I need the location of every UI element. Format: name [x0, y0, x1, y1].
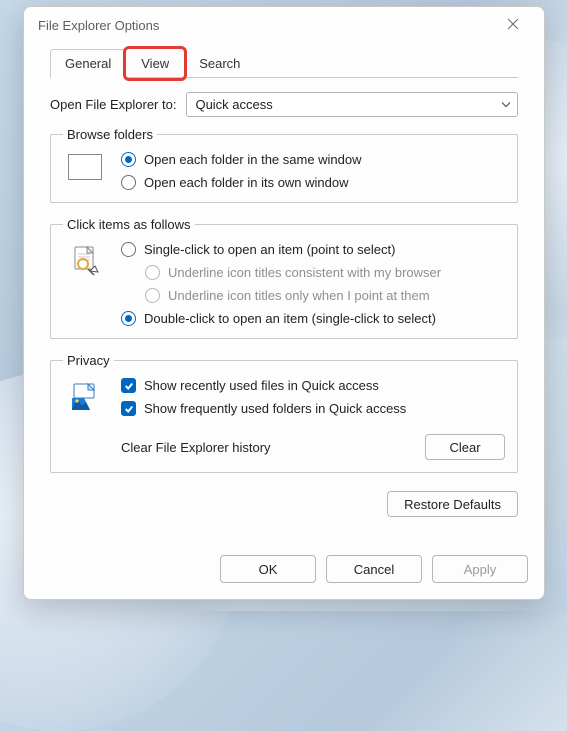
- radio-icon: [121, 175, 136, 190]
- check-recent-files[interactable]: Show recently used files in Quick access: [121, 378, 505, 393]
- clear-button[interactable]: Clear: [425, 434, 505, 460]
- dialog-footer: OK Cancel Apply: [24, 537, 544, 599]
- radio-label: Open each folder in its own window: [144, 175, 349, 190]
- radio-icon: [145, 288, 160, 303]
- radio-icon: [121, 311, 136, 326]
- click-legend: Click items as follows: [63, 217, 195, 232]
- radio-underline-browser: Underline icon titles consistent with my…: [145, 265, 505, 280]
- privacy-group: Privacy Show re: [50, 353, 518, 473]
- radio-own-window[interactable]: Open each folder in its own window: [121, 175, 505, 190]
- close-button[interactable]: [492, 11, 534, 39]
- privacy-legend: Privacy: [63, 353, 114, 368]
- chevron-down-icon: [501, 97, 511, 112]
- radio-label: Underline icon titles only when I point …: [168, 288, 430, 303]
- radio-same-window[interactable]: Open each folder in the same window: [121, 152, 505, 167]
- tab-general[interactable]: General: [50, 49, 126, 78]
- button-label: Clear: [449, 440, 480, 455]
- radio-icon: [121, 152, 136, 167]
- check-frequent-folders[interactable]: Show frequently used folders in Quick ac…: [121, 401, 505, 416]
- document-click-icon: [63, 242, 107, 278]
- window-title: File Explorer Options: [38, 18, 159, 33]
- ok-button[interactable]: OK: [220, 555, 316, 583]
- close-icon: [507, 18, 519, 33]
- apply-button[interactable]: Apply: [432, 555, 528, 583]
- checkbox-label: Show recently used files in Quick access: [144, 378, 379, 393]
- radio-single-click[interactable]: Single-click to open an item (point to s…: [121, 242, 505, 257]
- browse-legend: Browse folders: [63, 127, 157, 142]
- restore-defaults-button[interactable]: Restore Defaults: [387, 491, 518, 517]
- cancel-button[interactable]: Cancel: [326, 555, 422, 583]
- radio-icon: [145, 265, 160, 280]
- tab-search[interactable]: Search: [184, 49, 255, 78]
- privacy-icon: [63, 378, 107, 414]
- folder-icon: [63, 152, 107, 180]
- button-label: Cancel: [354, 562, 394, 577]
- tab-strip: General View Search: [24, 43, 544, 78]
- tab-label: Search: [199, 56, 240, 71]
- checkbox-icon: [121, 401, 136, 416]
- radio-label: Underline icon titles consistent with my…: [168, 265, 441, 280]
- checkbox-icon: [121, 378, 136, 393]
- radio-underline-point: Underline icon titles only when I point …: [145, 288, 505, 303]
- tab-label: View: [141, 56, 169, 71]
- button-label: Apply: [464, 562, 497, 577]
- tab-label: General: [65, 56, 111, 71]
- titlebar: File Explorer Options: [24, 7, 544, 43]
- tab-content-general: Open File Explorer to: Quick access Brow…: [24, 78, 544, 537]
- browse-folders-group: Browse folders Open each folder in the s…: [50, 127, 518, 203]
- open-to-select[interactable]: Quick access: [186, 92, 518, 117]
- dialog-window: File Explorer Options General View Searc…: [23, 6, 545, 600]
- button-label: Restore Defaults: [404, 497, 501, 512]
- checkbox-label: Show frequently used folders in Quick ac…: [144, 401, 406, 416]
- open-to-label: Open File Explorer to:: [50, 97, 176, 112]
- tab-view[interactable]: View: [126, 49, 184, 78]
- clear-history-label: Clear File Explorer history: [121, 440, 271, 455]
- click-items-group: Click items as follows: [50, 217, 518, 339]
- button-label: OK: [259, 562, 278, 577]
- radio-icon: [121, 242, 136, 257]
- radio-double-click[interactable]: Double-click to open an item (single-cli…: [121, 311, 505, 326]
- radio-label: Single-click to open an item (point to s…: [144, 242, 395, 257]
- open-to-value: Quick access: [195, 97, 272, 112]
- radio-label: Open each folder in the same window: [144, 152, 362, 167]
- radio-label: Double-click to open an item (single-cli…: [144, 311, 436, 326]
